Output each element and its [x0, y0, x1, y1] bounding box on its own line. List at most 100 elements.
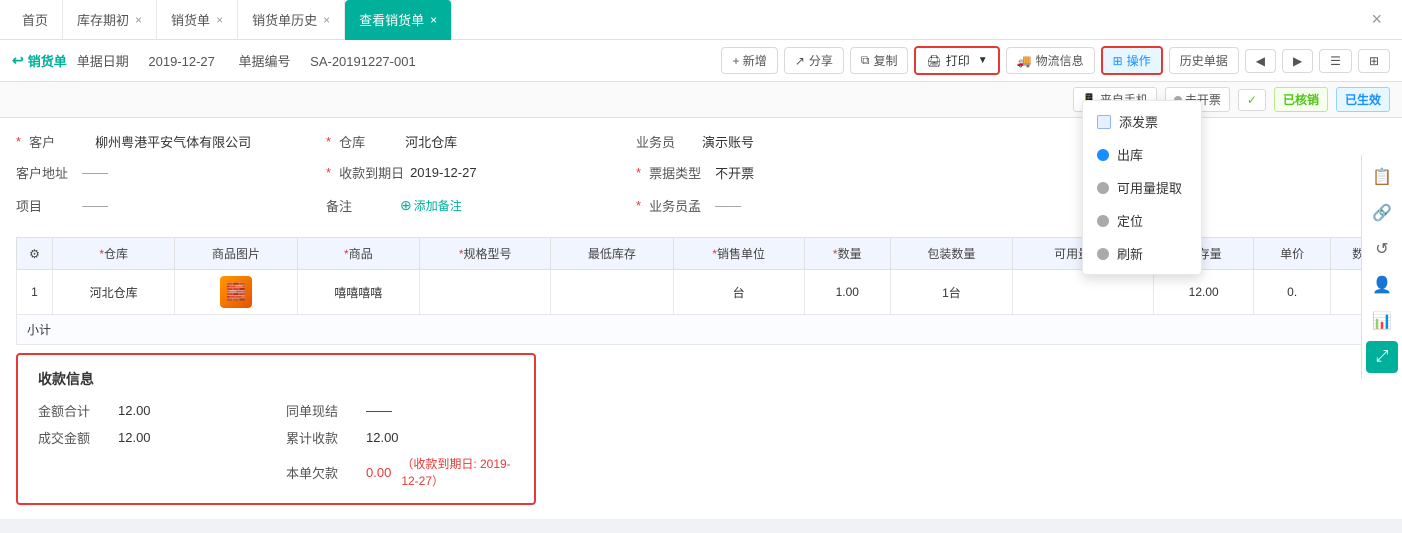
dropdown-available-qty[interactable]: 可用量提取: [1083, 171, 1201, 204]
print-dropdown-icon: ▼: [978, 55, 988, 66]
payment-transaction-row: 成交金额 12.00: [38, 428, 266, 447]
add-remark-button[interactable]: ⊕ 添加备注: [392, 194, 470, 217]
doc-title-area: ↩ 销货单 单据日期 2019-12-27 单据编号 SA-20191227-0…: [12, 51, 715, 70]
ticket-type-field: * 票据类型 不开票: [636, 163, 916, 182]
number-label: 单据编号: [239, 54, 291, 69]
payment-section: 收款信息 金额合计 12.00 同单现结 —— 成交金额 12.00 累计收款 …: [16, 353, 536, 505]
staff-field: 业务员 演示账号: [636, 132, 916, 151]
row-no: 1: [17, 270, 53, 315]
doc-type-label: ↩ 销货单: [12, 51, 67, 70]
available-qty-icon: [1097, 182, 1109, 194]
close-tab-sales[interactable]: ×: [216, 13, 223, 27]
prev-button[interactable]: ◀: [1245, 49, 1276, 73]
payment-owe-row: 本单欠款 0.00 （收款到期日: 2019-12-27）: [286, 455, 514, 489]
row-sales-unit: 台: [673, 270, 804, 315]
grid-view-button[interactable]: ⊞: [1358, 49, 1390, 73]
sidebar-icon-link[interactable]: 🔗: [1366, 197, 1398, 229]
product-image: 🧱: [220, 276, 252, 308]
share-icon: ↗: [795, 54, 805, 68]
payment-title: 收款信息: [38, 369, 514, 389]
dropdown-locate[interactable]: 定位: [1083, 204, 1201, 237]
sidebar-icon-rotate[interactable]: ↺: [1366, 233, 1398, 265]
row-warehouse: 河北仓库: [53, 270, 175, 315]
next-button[interactable]: ▶: [1282, 49, 1313, 73]
row-unit-price: 0.: [1254, 270, 1331, 315]
payment-accumulated-row: 累计收款 12.00: [286, 428, 514, 447]
col-sales-unit: *销售单位: [673, 238, 804, 270]
col-spec: *规格型号: [420, 238, 551, 270]
row-product: 嘻嘻嘻嘻: [297, 270, 419, 315]
print-icon: 🖨: [926, 54, 941, 68]
tab-sales-order[interactable]: 销货单 ×: [157, 0, 238, 40]
list-view-button[interactable]: ☰: [1319, 49, 1352, 73]
logistics-button[interactable]: 🚚 物流信息: [1006, 47, 1095, 74]
table-row: 1 河北仓库 🧱 嘻嘻嘻嘻 台 1.00 1台: [17, 270, 1386, 315]
tab-sales-history[interactable]: 销货单历史 ×: [238, 0, 345, 40]
history-button[interactable]: 历史单据: [1169, 47, 1239, 74]
tab-view-sales[interactable]: 查看销货单 ×: [345, 0, 452, 40]
number-value: SA-20191227-001: [310, 54, 416, 69]
col-settings[interactable]: ⚙: [17, 238, 53, 270]
dropdown-refresh[interactable]: 刷新: [1083, 237, 1201, 270]
col-min-stock: 最低库存: [551, 238, 673, 270]
payment-same-order-row: 同单现结 ——: [286, 401, 514, 420]
col-image: 商品图片: [175, 238, 297, 270]
date-label: 单据日期: [77, 54, 129, 69]
doc-toolbar: ↩ 销货单 单据日期 2019-12-27 单据编号 SA-20191227-0…: [0, 40, 1402, 82]
subtotal-label: 小计: [17, 315, 1386, 345]
sidebar-icon-user[interactable]: 👤: [1366, 269, 1398, 301]
sidebar-icon-expand[interactable]: ⤢: [1366, 341, 1398, 373]
col-unit-price: 单价: [1254, 238, 1331, 270]
date-value: 2019-12-27: [148, 54, 215, 69]
operation-icon: ⊞: [1113, 54, 1123, 68]
close-tab-history[interactable]: ×: [323, 13, 330, 27]
payment-total-row: 金额合计 12.00: [38, 401, 266, 420]
col-quantity: *数量: [804, 238, 890, 270]
dropdown-add-invoice[interactable]: 添发票: [1083, 105, 1201, 138]
add-icon: ⊕: [400, 197, 412, 214]
address-field: 客户地址 ——: [16, 163, 296, 182]
col-package-qty: 包装数量: [890, 238, 1012, 270]
close-tab-inventory[interactable]: ×: [135, 13, 142, 27]
locate-icon: [1097, 215, 1109, 227]
col-warehouse: *仓库: [53, 238, 175, 270]
row-available: [1013, 270, 1154, 315]
dropdown-outbound[interactable]: 出库: [1083, 138, 1201, 171]
right-sidebar: 📋 🔗 ↺ 👤 📊 ⤢: [1361, 155, 1402, 379]
sidebar-icon-clipboard[interactable]: 📋: [1366, 161, 1398, 193]
doc-meta: 单据日期 2019-12-27 单据编号 SA-20191227-001: [77, 51, 432, 70]
row-min-stock: [551, 270, 673, 315]
row-package-qty: 1台: [890, 270, 1012, 315]
effective-badge: 已生效: [1336, 87, 1390, 112]
sidebar-icon-chart[interactable]: 📊: [1366, 305, 1398, 337]
share-button[interactable]: ↗ 分享: [784, 47, 844, 74]
col-product: *商品: [297, 238, 419, 270]
close-tab-view[interactable]: ×: [430, 13, 437, 27]
cancelled-badge: 已核销: [1274, 87, 1328, 112]
tab-bar: 首页 库存期初 × 销货单 × 销货单历史 × 查看销货单 × ×: [0, 0, 1402, 40]
project-field: 项目 ——: [16, 196, 296, 215]
row-spec: [420, 270, 551, 315]
toolbar-actions: + 新增 ↗ 分享 ⧉ 复制 🖨 打印 ▼ 🚚 物流信息 ⊞ 操作: [721, 46, 1390, 75]
window-close-button[interactable]: ×: [1359, 9, 1394, 30]
add-invoice-icon: [1097, 115, 1111, 129]
new-button[interactable]: + 新增: [721, 47, 777, 74]
customer-field: * 客户 柳州粤港平安气体有限公司: [16, 132, 296, 151]
salesperson-field: * 业务员孟 ——: [636, 196, 916, 215]
refresh-icon: [1097, 248, 1109, 260]
remark-field: 备注 ⊕ 添加备注: [326, 194, 606, 217]
copy-button[interactable]: ⧉ 复制: [850, 47, 909, 74]
operation-button[interactable]: ⊞ 操作: [1101, 46, 1163, 75]
operation-dropdown: 添发票 出库 可用量提取 定位 刷新: [1082, 100, 1202, 275]
tab-home[interactable]: 首页: [8, 0, 63, 40]
confirm-icon: ✓: [1247, 93, 1257, 107]
warehouse-field: * 仓库 河北仓库: [326, 132, 606, 151]
copy-icon: ⧉: [861, 53, 870, 68]
print-button[interactable]: 🖨 打印 ▼: [914, 46, 999, 75]
payment-grid: 金额合计 12.00 同单现结 —— 成交金额 12.00 累计收款 12.00: [38, 401, 514, 489]
outbound-icon: [1097, 149, 1109, 161]
confirm-button[interactable]: ✓: [1238, 89, 1266, 111]
row-image: 🧱: [175, 270, 297, 315]
tab-inventory-init[interactable]: 库存期初 ×: [63, 0, 157, 40]
due-date-field: * 收款到期日 2019-12-27: [326, 163, 606, 182]
